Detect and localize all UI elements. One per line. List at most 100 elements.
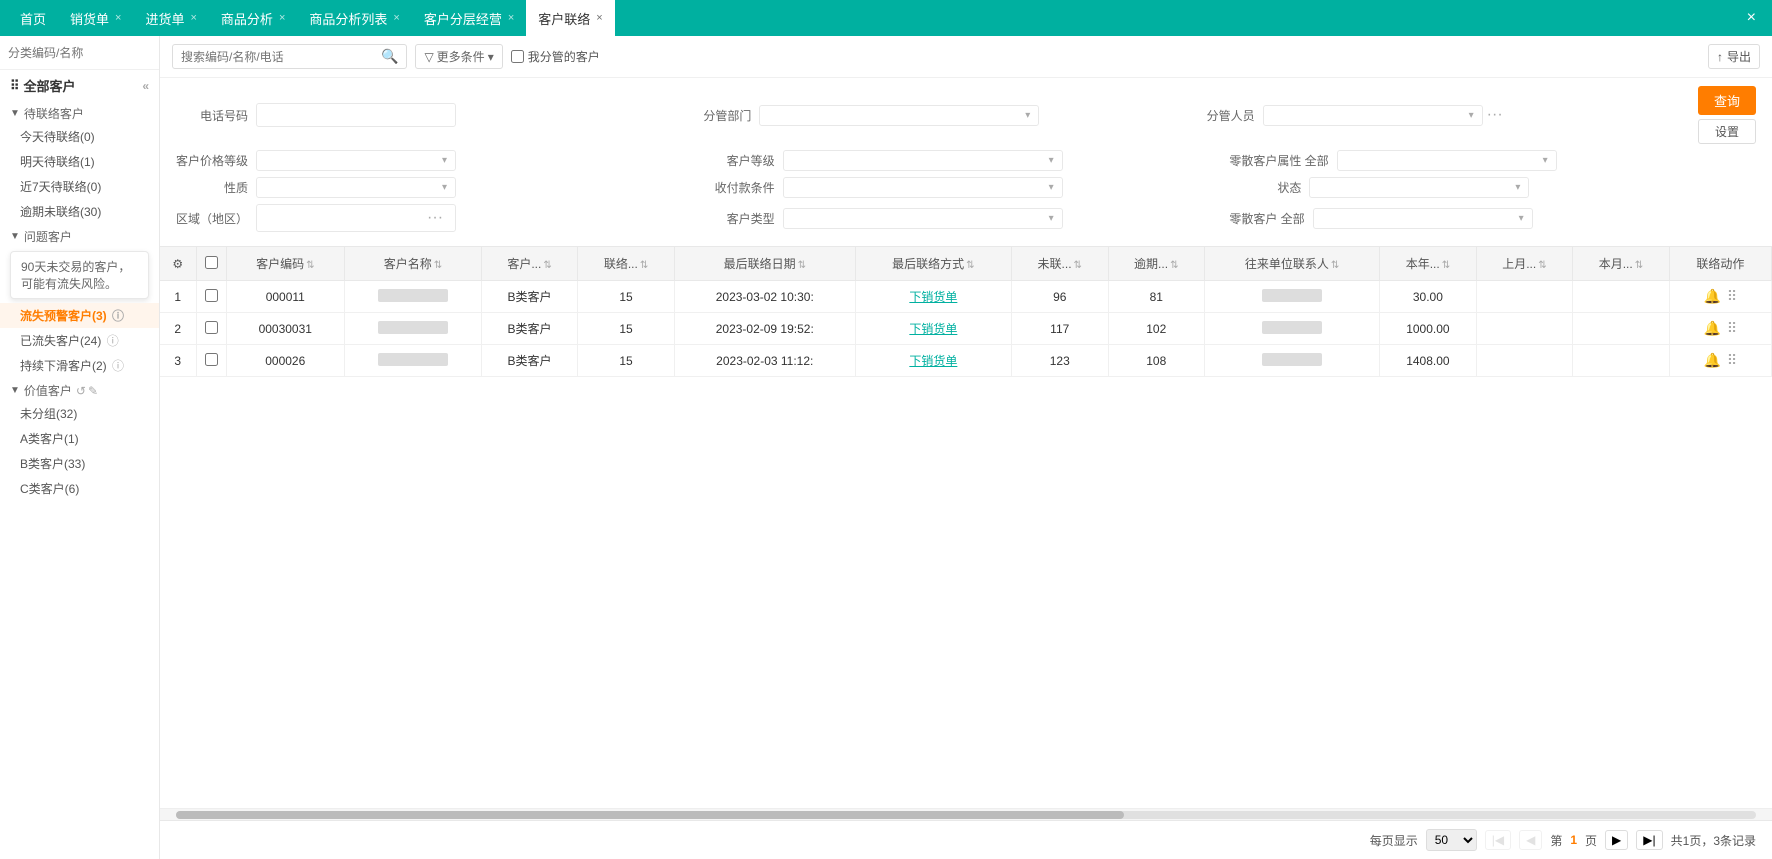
row-type: B类客户 <box>481 313 578 345</box>
filter-field-nature: 性质 ▾ <box>176 177 703 198</box>
close-tab-sales[interactable]: × <box>115 12 121 24</box>
more-conditions-button[interactable]: ▽ 更多条件 ▾ <box>415 44 502 69</box>
filter-select-nature[interactable]: ▾ <box>256 177 456 198</box>
scroll-thumb[interactable] <box>176 811 1124 819</box>
sidebar-group-pending-contact[interactable]: ▼ 待联络客户 <box>0 101 159 124</box>
filter-select-cust-type[interactable]: ▾ <box>783 208 1063 229</box>
col-settings[interactable]: ⚙ <box>160 247 196 281</box>
action-bell-icon[interactable]: 🔔 <box>1703 288 1720 305</box>
search-input[interactable] <box>181 50 381 64</box>
filter-row-4: 区域（地区） ··· 客户类型 ▾ 零散客户 全部 <box>176 204 1756 232</box>
sort-overdue[interactable]: ⇅ <box>1170 260 1178 271</box>
action-bell-icon[interactable]: 🔔 <box>1703 320 1720 337</box>
search-submit-icon[interactable]: 🔍 <box>381 48 398 65</box>
close-tab-purchase[interactable]: × <box>190 12 196 24</box>
filter-select-retail-attr[interactable]: ▾ <box>1337 150 1557 171</box>
sidebar-collapse-btn[interactable]: « <box>142 79 149 93</box>
sidebar-item-type-a[interactable]: A类客户(1) <box>0 426 159 451</box>
my-customers-checkbox[interactable] <box>511 50 524 63</box>
row-contact: 15 <box>578 313 675 345</box>
sidebar-item-overdue-pending[interactable]: 逾期未联络(30) <box>0 199 159 224</box>
sidebar-item-type-c[interactable]: C类客户(6) <box>0 476 159 501</box>
tab-sales[interactable]: 销货单 × <box>58 0 133 36</box>
close-tab-product-analysis[interactable]: × <box>279 12 285 24</box>
filter-panel: 电话号码 分管部门 ▾ 分管人员 ▾ ··· <box>160 78 1772 247</box>
filter-select-region[interactable]: ··· <box>256 204 456 232</box>
region-dots-btn[interactable]: ··· <box>423 209 447 227</box>
export-button[interactable]: ↑ 导出 <box>1708 44 1760 69</box>
manager-dots-btn[interactable]: ··· <box>1483 106 1507 124</box>
sidebar-item-type-b[interactable]: B类客户(33) <box>0 451 159 476</box>
filter-select-cust-level[interactable]: ▾ <box>783 150 1063 171</box>
sidebar-item-week-pending[interactable]: 近7天待联络(0) <box>0 174 159 199</box>
sort-unit[interactable]: ⇅ <box>1331 260 1339 271</box>
sort-code[interactable]: ⇅ <box>306 260 314 271</box>
action-more-icon[interactable]: ⠿ <box>1727 288 1737 305</box>
action-more-icon[interactable]: ⠿ <box>1727 352 1737 369</box>
next-page-btn[interactable]: ▶ <box>1605 830 1628 850</box>
close-tab-customer-segment[interactable]: × <box>508 12 514 24</box>
sort-last-month[interactable]: ⇅ <box>1538 260 1546 271</box>
filter-select-dept[interactable]: ▾ <box>759 105 1039 126</box>
filter-input-phone[interactable] <box>256 103 456 127</box>
action-more-icon[interactable]: ⠿ <box>1727 320 1737 337</box>
row-last-contact-date: 2023-02-03 11:12: <box>674 345 855 377</box>
row-last-contact-method[interactable]: 下销货单 <box>855 313 1011 345</box>
sidebar-search-input[interactable] <box>8 46 160 60</box>
filter-select-retail[interactable]: ▾ <box>1313 208 1533 229</box>
settings-button[interactable]: 设置 <box>1698 119 1756 144</box>
window-close-button[interactable]: × <box>1739 9 1764 27</box>
sidebar-item-unsorted[interactable]: 未分组(32) <box>0 401 159 426</box>
action-bell-icon[interactable]: 🔔 <box>1703 352 1720 369</box>
sidebar-item-today-pending[interactable]: 今天待联络(0) <box>0 124 159 149</box>
page-size-select[interactable]: 50 100 200 <box>1426 829 1477 851</box>
col-checkbox[interactable] <box>196 247 226 281</box>
sort-last-date[interactable]: ⇅ <box>798 260 806 271</box>
sort-type[interactable]: ⇅ <box>543 260 551 271</box>
filter-select-manager[interactable]: ▾ <box>1263 105 1483 126</box>
refresh-icon[interactable]: ↺ <box>76 384 86 398</box>
row-actions: 🔔 ⠿ <box>1669 345 1771 377</box>
close-tab-customer-contact[interactable]: × <box>596 12 602 24</box>
filter-select-status[interactable]: ▾ <box>1309 177 1529 198</box>
query-button[interactable]: 查询 <box>1698 86 1756 115</box>
filter-label-nature: 性质 <box>176 179 256 196</box>
filter-select-price-level[interactable]: ▾ <box>256 150 456 171</box>
sidebar-all-customers[interactable]: ⠿ 全部客户 « <box>0 70 159 101</box>
tab-product-analysis-list[interactable]: 商品分析列表 × <box>297 0 411 36</box>
edit-icon[interactable]: ✎ <box>88 384 98 398</box>
horizontal-scrollbar[interactable] <box>160 808 1772 820</box>
sidebar-item-tomorrow-pending[interactable]: 明天待联络(1) <box>0 149 159 174</box>
sort-year[interactable]: ⇅ <box>1442 260 1450 271</box>
row-last-contact-method[interactable]: 下销货单 <box>855 281 1011 313</box>
my-customers-checkbox-label[interactable]: 我分管的客户 <box>511 48 600 65</box>
sidebar-group-value-customers[interactable]: ▼ 价值客户 ↺ ✎ <box>0 378 159 401</box>
tab-home[interactable]: 首页 <box>8 0 58 36</box>
row-last-contact-method[interactable]: 下销货单 <box>855 345 1011 377</box>
sidebar-group-lost-customers[interactable]: ▼ 问题客户 <box>0 224 159 247</box>
prev-page-btn[interactable]: ◀ <box>1519 830 1542 850</box>
sort-name[interactable]: ⇅ <box>434 260 442 271</box>
tab-product-analysis[interactable]: 商品分析 × <box>209 0 297 36</box>
tab-customer-contact[interactable]: 客户联络 × <box>526 0 614 36</box>
tab-purchase[interactable]: 进货单 × <box>133 0 208 36</box>
row-checkbox[interactable] <box>196 281 226 313</box>
sort-contact[interactable]: ⇅ <box>640 260 648 271</box>
sidebar-item-already-lost[interactable]: 已流失客户(24) ⓘ <box>0 328 159 353</box>
sidebar-item-declining[interactable]: 持续下滑客户(2) ⓘ <box>0 353 159 378</box>
sidebar: 🔍 ⠿ 全部客户 « ▼ 待联络客户 今天待联络(0) 明天待联络(1) 近7天… <box>0 36 160 859</box>
sort-last-method[interactable]: ⇅ <box>966 260 974 271</box>
search-input-wrap: 🔍 <box>172 44 407 69</box>
sidebar-item-lost-warning[interactable]: 流失预警客户(3) ⓘ <box>0 303 159 328</box>
filter-select-payment[interactable]: ▾ <box>783 177 1063 198</box>
row-this-year: 1408.00 <box>1380 345 1477 377</box>
select-all-checkbox[interactable] <box>205 256 218 269</box>
last-page-btn[interactable]: ▶| <box>1636 830 1662 850</box>
sort-uncontacted[interactable]: ⇅ <box>1074 260 1082 271</box>
tab-customer-segment[interactable]: 客户分层经营 × <box>412 0 526 36</box>
close-tab-product-analysis-list[interactable]: × <box>393 12 399 24</box>
row-checkbox[interactable] <box>196 345 226 377</box>
first-page-btn[interactable]: |◀ <box>1485 830 1511 850</box>
row-checkbox[interactable] <box>196 313 226 345</box>
sort-this-month[interactable]: ⇅ <box>1635 260 1643 271</box>
